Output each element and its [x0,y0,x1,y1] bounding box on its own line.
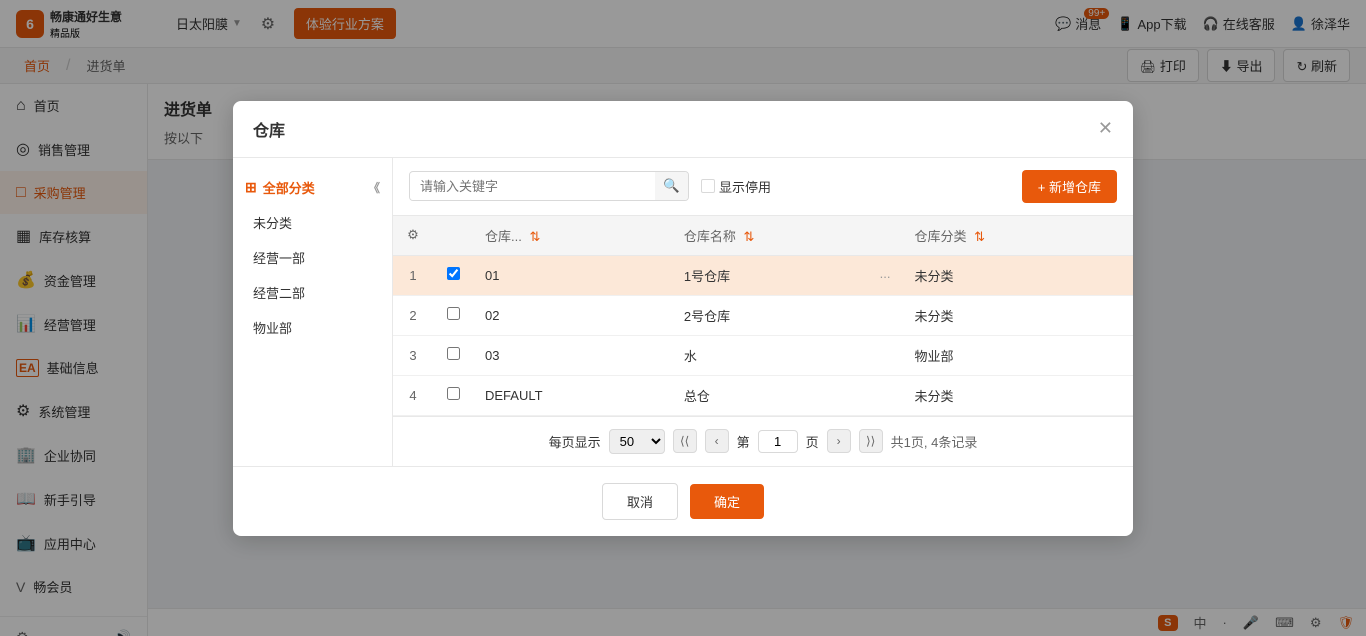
page-unit: 页 [806,432,819,451]
table-toolbar: 🔍 显示停用 + 新增仓库 [393,158,1133,216]
modal-body: ⊞ 全部分类 《 未分类 经营一部 经营二部 物业部 [233,158,1133,466]
category-item-property[interactable]: 物业部 [233,310,392,345]
show-disabled-toggle[interactable]: 显示停用 [701,177,771,196]
search-input[interactable] [410,173,655,200]
modal-header: 仓库 ✕ [233,101,1133,158]
warehouse-table: ⚙ 仓库... ⇅ 仓库名称 ⇅ [393,216,1133,416]
page-prev-button[interactable]: ‹ [705,429,729,453]
modal-footer: 取消 确定 [233,466,1133,536]
cancel-button[interactable]: 取消 [602,483,678,520]
modal-overlay: 仓库 ✕ ⊞ 全部分类 《 未分类 经营一部 [148,84,1366,636]
search-button[interactable]: 🔍 [655,172,688,200]
category-item-unclassified[interactable]: 未分类 [233,205,392,240]
collapse-icon[interactable]: 《 [368,179,380,196]
th-category[interactable]: 仓库分类 ⇅ [902,216,1133,256]
page-first-button[interactable]: ⟨⟨ [673,429,697,453]
th-category-label: 仓库分类 [914,229,966,244]
warehouse-modal: 仓库 ✕ ⊞ 全部分类 《 未分类 经营一部 [233,101,1133,536]
category-item-dept1[interactable]: 经营一部 [233,240,392,275]
all-categories-label: 全部分类 [263,178,315,197]
row-name: 1号仓库... [672,255,903,295]
page-label: 第 [737,432,750,451]
row-checkbox[interactable] [433,255,473,295]
row-category: 未分类 [902,375,1133,415]
show-disabled-label: 显示停用 [719,177,771,196]
table-row[interactable]: 4 DEFAULT 总仓 未分类 [393,375,1133,415]
row-num: 2 [393,295,433,335]
th-name-label: 仓库名称 [684,229,736,244]
row-code: 01 [473,255,672,295]
add-warehouse-button[interactable]: + 新增仓库 [1022,170,1117,203]
page-last-button[interactable]: ⟩⟩ [859,429,883,453]
table-row[interactable]: 2 02 2号仓库 未分类 [393,295,1133,335]
sort-icon-name: ⇅ [744,229,755,244]
per-page-label: 每页显示 [549,432,601,451]
th-code[interactable]: 仓库... ⇅ [473,216,672,256]
row-checkbox[interactable] [433,295,473,335]
th-code-label: 仓库... [485,229,522,244]
th-name[interactable]: 仓库名称 ⇅ [672,216,903,256]
row-category: 物业部 [902,335,1133,375]
pagination: 每页显示 50 10 20 100 ⟨⟨ ‹ 第 页 [393,416,1133,466]
category-panel: ⊞ 全部分类 《 未分类 经营一部 经营二部 物业部 [233,158,393,466]
table-row[interactable]: 3 03 水 物业部 [393,335,1133,375]
table-header-row: ⚙ 仓库... ⇅ 仓库名称 ⇅ [393,216,1133,256]
row-name: 水 [672,335,903,375]
show-disabled-checkbox[interactable] [701,179,715,193]
row-num: 3 [393,335,433,375]
modal-close-button[interactable]: ✕ [1098,118,1113,139]
th-checkbox [433,216,473,256]
row-category: 未分类 [902,295,1133,335]
row-name: 2号仓库 [672,295,903,335]
row-checkbox[interactable] [433,375,473,415]
row-checkbox[interactable] [433,335,473,375]
content-area: 进货单 按以下 仓库 ✕ ⊞ 全部分 [148,84,1366,636]
row-code: DEFAULT [473,375,672,415]
grid-icon: ⊞ [245,179,257,196]
modal-title: 仓库 [253,117,285,141]
search-box: 🔍 [409,171,689,201]
row-name: 总仓 [672,375,903,415]
row-code: 02 [473,295,672,335]
th-settings: ⚙ [393,216,433,256]
table-panel: 🔍 显示停用 + 新增仓库 [393,158,1133,466]
row-code: 03 [473,335,672,375]
page-total: 共1页, 4条记录 [891,432,978,451]
page-next-button[interactable]: › [827,429,851,453]
row-num: 1 [393,255,433,295]
sort-icon-code: ⇅ [529,229,540,244]
all-categories-item[interactable]: ⊞ 全部分类 《 [233,170,392,205]
row-category: 未分类 [902,255,1133,295]
row-num: 4 [393,375,433,415]
sort-icon-category: ⇅ [974,229,985,244]
table-row[interactable]: 1 01 1号仓库... 未分类 [393,255,1133,295]
page-size-select[interactable]: 50 10 20 100 [609,429,665,454]
confirm-button[interactable]: 确定 [690,484,764,519]
row-more-button[interactable]: ... [880,266,891,281]
main-layout: ⌂ 首页 ◎ 销售管理 □ 采购管理 ▦ 库存核算 💰 资金管理 📊 经营管理 … [0,84,1366,636]
page-number-input[interactable] [758,430,798,453]
category-item-dept2[interactable]: 经营二部 [233,275,392,310]
